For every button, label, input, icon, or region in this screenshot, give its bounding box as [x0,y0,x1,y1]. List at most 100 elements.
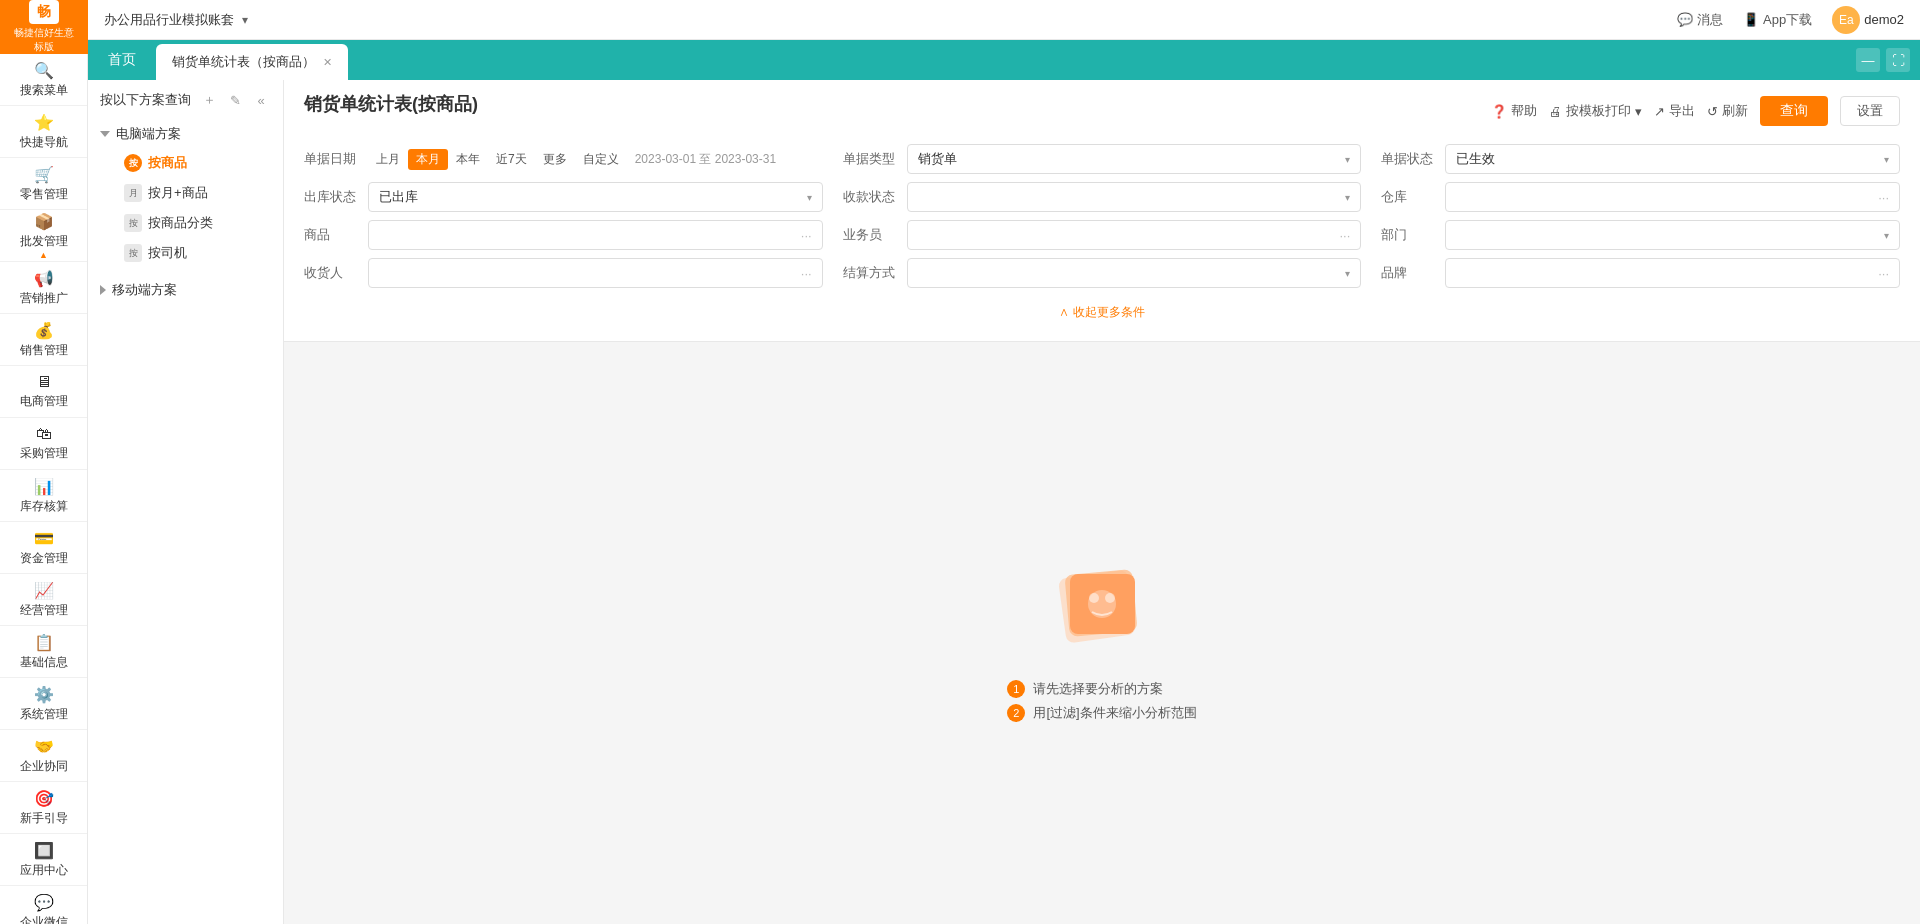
receiver-label: 收货人 [304,264,360,282]
sidebar-item-sales[interactable]: 💰 销售管理 [0,314,87,366]
empty-hints: 1 请先选择要分析的方案 2 用[过滤]条件来缩小分析范围 [1007,680,1196,722]
data-area: 1 请先选择要分析的方案 2 用[过滤]条件来缩小分析范围 [284,342,1920,924]
sidebar-item-basic[interactable]: 📋 基础信息 [0,626,87,678]
pc-group-label: 电脑端方案 [116,125,181,143]
date-this-month[interactable]: 本月 [408,149,448,170]
product-input[interactable]: ··· [368,220,823,250]
filter-cell-doc-status: 单据状态 已生效 ▾ [1381,144,1900,174]
sidebar-item-corp[interactable]: 🤝 企业协同 [0,730,87,782]
date-label: 单据日期 [304,150,360,168]
filter-area: 销货单统计表(按商品) ❓ 帮助 🖨 按模板打印 ▾ ↗ [284,80,1920,342]
filter-cell-receiver: 收货人 ··· [304,258,823,288]
app-logo[interactable]: 畅 畅捷信好生意 标版 [0,0,88,54]
tab-home[interactable]: 首页 [88,40,156,80]
tab-close-btn[interactable]: ✕ [323,56,332,69]
svg-point-4 [1089,593,1099,603]
tree-children-pc: 按 按商品 月 按月+商品 按 按商品分类 按 按司机 [88,148,283,268]
operation-icon: 📈 [34,581,54,600]
app-name: 畅捷信好生意 [14,26,74,40]
refresh-icon: ↺ [1707,104,1718,119]
help-btn[interactable]: ❓ 帮助 [1491,102,1537,120]
query-button[interactable]: 查询 [1760,96,1828,126]
sales-icon: 💰 [34,321,54,340]
app-download-btn[interactable]: 📱 App下载 [1743,11,1812,29]
date-this-year[interactable]: 本年 [448,149,488,170]
sidebar-item-apps[interactable]: 🔲 应用中心 [0,834,87,886]
sidebar-item-marketing[interactable]: 📢 营销推广 [0,262,87,314]
industry-dropdown[interactable]: ▾ [242,13,248,27]
sidebar-item-wholesale[interactable]: 📦 批发管理 ▲ [0,210,87,262]
sidebar-item-operation[interactable]: 📈 经营管理 [0,574,87,626]
user-menu[interactable]: Ea demo2 [1832,6,1904,34]
page-title: 销货单统计表(按商品) [304,92,478,116]
sidebar-item-finance[interactable]: 💳 资金管理 [0,522,87,574]
refresh-btn[interactable]: ↺ 刷新 [1707,102,1748,120]
tree-item-by-category[interactable]: 按 按商品分类 [100,208,283,238]
message-btn[interactable]: 💬 消息 [1677,11,1723,29]
receiver-input[interactable]: ··· [368,258,823,288]
dept-select[interactable]: ▾ [1445,220,1900,250]
sidebar: 畅 畅捷信好生意 标版 🔍 搜索菜单 ⭐ 快捷导航 🛒 零售管理 📦 批发管理 … [0,0,88,924]
edit-scheme-btn[interactable]: ✎ [225,90,245,110]
sidebar-item-system[interactable]: ⚙️ 系统管理 [0,678,87,730]
collapse-panel-btn[interactable]: « [251,90,271,110]
basic-icon: 📋 [34,633,54,652]
empty-hint-1: 1 请先选择要分析的方案 [1007,680,1196,698]
dept-label: 部门 [1381,226,1437,244]
tree-item-by-month-product[interactable]: 月 按月+商品 [100,178,283,208]
payment-arrow: ▾ [1345,268,1350,279]
tree-parent-mobile[interactable]: 移动端方案 [88,276,283,304]
print-btn[interactable]: 🖨 按模板打印 ▾ [1549,102,1642,120]
salesman-label: 业务员 [843,226,899,244]
date-custom[interactable]: 自定义 [575,149,627,170]
hint-num-1: 1 [1007,680,1025,698]
inventory-icon: 📊 [34,477,54,496]
tree-item-by-vendor[interactable]: 按 按司机 [100,238,283,268]
brand-input[interactable]: ··· [1445,258,1900,288]
filter-cell-product: 商品 ··· [304,220,823,250]
phone-icon: 📱 [1743,12,1759,27]
tabbar: 首页 销货单统计表（按商品） ✕ — ⛶ [88,40,1920,80]
sidebar-item-purchase[interactable]: 🛍 采购管理 [0,418,87,470]
tab-active[interactable]: 销货单统计表（按商品） ✕ [156,44,348,80]
payment-select[interactable]: ▾ [907,258,1362,288]
date-last-month[interactable]: 上月 [368,149,408,170]
sidebar-item-ecom[interactable]: 🖥 电商管理 [0,366,87,418]
tree-group-pc: 电脑端方案 按 按商品 月 按月+商品 按 按商品分类 [88,116,283,272]
out-status-label: 出库状态 [304,188,360,206]
system-icon: ⚙️ [34,685,54,704]
sidebar-item-guide[interactable]: 🎯 新手引导 [0,782,87,834]
mobile-group-label: 移动端方案 [112,281,177,299]
recv-status-select[interactable]: ▾ [907,182,1362,212]
tree-parent-pc[interactable]: 电脑端方案 [88,120,283,148]
setting-button[interactable]: 设置 [1840,96,1900,126]
doc-status-label: 单据状态 [1381,150,1437,168]
sidebar-item-inventory[interactable]: 📊 库存核算 [0,470,87,522]
sidebar-quick-nav[interactable]: ⭐ 快捷导航 [0,106,87,158]
date-more[interactable]: 更多 [535,149,575,170]
message-icon: 💬 [1677,12,1693,27]
sidebar-item-wechat[interactable]: 💬 企业微信 [0,886,87,924]
tabbar-actions: — ⛶ [1856,48,1920,72]
date-7days[interactable]: 近7天 [488,149,535,170]
topbar: 办公用品行业模拟账套 ▾ 💬 消息 📱 App下载 Ea demo2 [88,0,1920,40]
doc-status-select[interactable]: 已生效 ▾ [1445,144,1900,174]
warehouse-select[interactable]: ··· [1445,182,1900,212]
sidebar-search[interactable]: 🔍 搜索菜单 [0,54,87,106]
filter-cell-out-status: 出库状态 已出库 ▾ [304,182,823,212]
tab-minimize-btn[interactable]: — [1856,48,1880,72]
out-status-select[interactable]: 已出库 ▾ [368,182,823,212]
tab-expand-btn[interactable]: ⛶ [1886,48,1910,72]
filter-row-2: 出库状态 已出库 ▾ 收款状态 ▾ [304,182,1900,212]
export-btn[interactable]: ↗ 导出 [1654,102,1695,120]
add-scheme-btn[interactable]: ＋ [199,90,219,110]
collapse-filter-btn[interactable]: ∧ 收起更多条件 [304,296,1900,329]
expand-icon-pc [100,131,110,137]
by-category-icon: 按 [124,214,142,232]
tree-item-by-product[interactable]: 按 按商品 [100,148,283,178]
sidebar-item-retail[interactable]: 🛒 零售管理 [0,158,87,210]
doc-type-select[interactable]: 销货单 ▾ [907,144,1362,174]
user-avatar: Ea [1832,6,1860,34]
salesman-input[interactable]: ··· [907,220,1362,250]
filter-cell-dept: 部门 ▾ [1381,220,1900,250]
